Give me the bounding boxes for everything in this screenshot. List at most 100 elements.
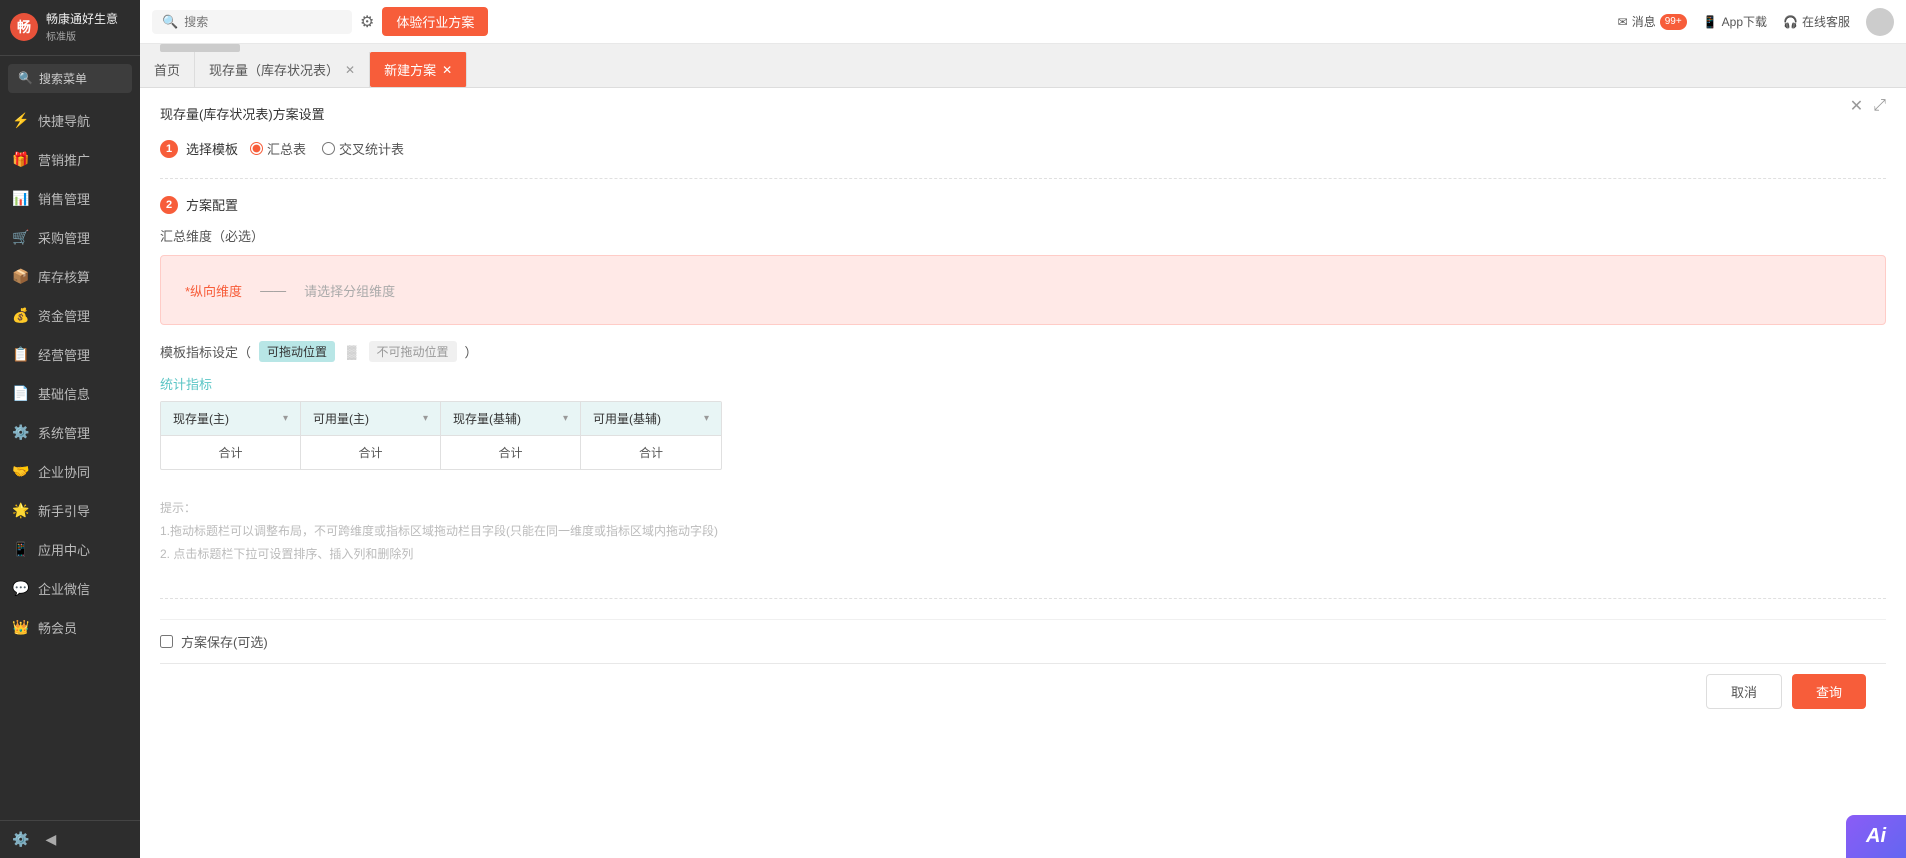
stats-cell-3: 合计 [581,436,721,469]
page-title: 现存量(库存状况表)方案设置 [160,104,1886,123]
marketing-icon: 🎁 [12,150,30,168]
stats-body-col-3: 合计 [581,436,721,469]
sidebar-item-label: 快捷导航 [38,111,90,130]
sidebar-item-wechat[interactable]: 💬 企业微信 [0,569,140,608]
content-controls: ✕ ⤢ [1850,96,1886,116]
save-checkbox[interactable] [160,635,173,648]
stats-col-header-1[interactable]: 可用量(主) ▾ [301,402,440,436]
step2-header: 2 方案配置 [160,195,1886,214]
radio-summary-table[interactable]: 汇总表 [250,139,306,158]
step1-header: 1 选择模板 汇总表 交叉统计表 [160,139,1886,158]
stats-col-header-0[interactable]: 现存量(主) ▾ [161,402,300,436]
tab-new-plan-close-icon[interactable]: ✕ [442,63,452,77]
experience-industry-button[interactable]: 体验行业方案 [382,7,488,36]
sidebar: 畅 畅康通好生意 标准版 🔍 搜索菜单 ⚡ 快捷导航 🎁 营销推广 📊 销售管理… [0,0,140,858]
sidebar-item-newbie[interactable]: 🌟 新手引导 [0,491,140,530]
step2-badge: 2 [160,196,178,214]
tab-new-plan[interactable]: 新建方案 ✕ [370,52,467,87]
dimension-placeholder-text: 请选择分组维度 [304,281,395,300]
stats-section: 统计指标 现存量(主) ▾ 可用量(主) ▾ [160,374,1886,473]
stats-cell-0: 合计 [161,436,300,469]
finance-icon: 💰 [12,306,30,324]
stats-cell-2: 合计 [441,436,580,469]
stats-col-header-2[interactable]: 现存量(基辅) ▾ [441,402,580,436]
app-name-block: 畅康通好生意 标准版 [46,12,118,43]
business-icon: 📋 [12,345,30,363]
topbar-search-input[interactable] [184,15,342,29]
service-icon: 🎧 [1783,15,1798,29]
topbar-messages[interactable]: ✉ 消息 99+ [1618,13,1687,30]
stats-col-name-3: 可用量(基辅) [593,410,661,427]
mini-scroll-top [140,44,1906,52]
collapse-icon[interactable]: ◀ [45,831,56,848]
sidebar-item-label: 企业协同 [38,462,90,481]
step2-section: 2 方案配置 汇总维度（必选） *纵向维度 —— 请选择分组维度 模板指标设定（… [160,195,1886,578]
app-name: 畅康通好生意 [46,12,118,28]
tab-inventory[interactable]: 现存量（库存状况表） ✕ [195,52,370,87]
expand-panel-button[interactable]: ⤢ [1873,96,1886,116]
tips-item-2: 2. 点击标题栏下拉可设置排序、插入列和删除列 [160,545,1886,564]
tabbar: 首页 现存量（库存状况表） ✕ 新建方案 ✕ [140,52,1906,88]
purchase-icon: 🛒 [12,228,30,246]
topbar-online-service[interactable]: 🎧 在线客服 [1783,13,1850,30]
step1-badge: 1 [160,140,178,158]
topbar-gear-icon[interactable]: ⚙ [360,12,374,32]
tab-home-label: 首页 [154,60,180,79]
sidebar-item-member[interactable]: 👑 畅会员 [0,608,140,647]
search-icon: 🔍 [18,71,33,85]
online-service-label: 在线客服 [1802,13,1850,30]
stats-table-header: 现存量(主) ▾ 可用量(主) ▾ 现存量(基辅 [161,402,721,436]
close-panel-button[interactable]: ✕ [1850,96,1863,116]
main-area: 🔍 ⚙ 体验行业方案 ✉ 消息 99+ 📱 App下载 🎧 在线客服 [140,0,1906,858]
system-icon: ⚙️ [12,423,30,441]
user-avatar[interactable] [1866,8,1894,36]
sidebar-item-enterprise[interactable]: 🤝 企业协同 [0,452,140,491]
query-button[interactable]: 查询 [1792,674,1866,709]
tab-new-plan-label: 新建方案 [384,60,436,79]
tab-inventory-label: 现存量（库存状况表） [209,60,339,79]
sidebar-item-finance[interactable]: 💰 资金管理 [0,296,140,335]
settings-icon[interactable]: ⚙️ [12,831,29,848]
draggable-badge: 可拖动位置 [259,341,335,362]
tab-home[interactable]: 首页 [140,52,195,87]
radio-cross-table[interactable]: 交叉统计表 [322,139,404,158]
dimension-selection-area[interactable]: *纵向维度 —— 请选择分组维度 [160,255,1886,325]
sales-icon: 📊 [12,189,30,207]
topbar-search-area[interactable]: 🔍 [152,10,352,34]
indicator-setting-suffix: ） [465,342,478,361]
sidebar-item-marketing[interactable]: 🎁 营销推广 [0,140,140,179]
dimension-arrow: —— [260,283,286,298]
ai-badge[interactable]: Ai [1846,815,1906,858]
sidebar-item-inventory[interactable]: 📦 库存核算 [0,257,140,296]
sidebar-item-app-center[interactable]: 📱 应用中心 [0,530,140,569]
cancel-button[interactable]: 取消 [1706,674,1782,709]
save-option: 方案保存(可选) [160,619,1886,663]
sidebar-item-purchase[interactable]: 🛒 采购管理 [0,218,140,257]
stats-label: 统计指标 [160,374,1886,393]
sidebar-item-basic-info[interactable]: 📄 基础信息 [0,374,140,413]
sidebar-search-area[interactable]: 🔍 搜索菜单 [0,56,140,101]
radio-cross-label: 交叉统计表 [339,139,404,158]
stats-col-header-3[interactable]: 可用量(基辅) ▾ [581,402,721,436]
sidebar-item-business[interactable]: 📋 经营管理 [0,335,140,374]
tab-inventory-close-icon[interactable]: ✕ [345,63,355,77]
content-area: ✕ ⤢ 现存量(库存状况表)方案设置 1 选择模板 汇总表 交叉统计表 [140,88,1906,858]
topbar: 🔍 ⚙ 体验行业方案 ✉ 消息 99+ 📱 App下载 🎧 在线客服 [140,0,1906,44]
phone-icon: 📱 [1703,15,1718,29]
radio-summary-input[interactable] [250,142,263,155]
sidebar-item-quick-nav[interactable]: ⚡ 快捷导航 [0,101,140,140]
basic-info-icon: 📄 [12,384,30,402]
indicator-separator: ▓ [347,344,356,359]
stats-table: 现存量(主) ▾ 可用量(主) ▾ 现存量(基辅 [160,401,722,470]
app-logo-icon: 畅 [10,13,38,41]
radio-cross-input[interactable] [322,142,335,155]
sidebar-item-label: 经营管理 [38,345,90,364]
search-menu-button[interactable]: 🔍 搜索菜单 [8,64,132,93]
save-divider [160,598,1886,599]
chevron-down-icon-2: ▾ [563,413,568,424]
sidebar-item-system[interactable]: ⚙️ 系统管理 [0,413,140,452]
dimension-title: 汇总维度（必选） [160,226,1886,245]
topbar-app-download[interactable]: 📱 App下载 [1703,13,1767,30]
stats-col-name-0: 现存量(主) [173,410,229,427]
sidebar-item-sales[interactable]: 📊 销售管理 [0,179,140,218]
